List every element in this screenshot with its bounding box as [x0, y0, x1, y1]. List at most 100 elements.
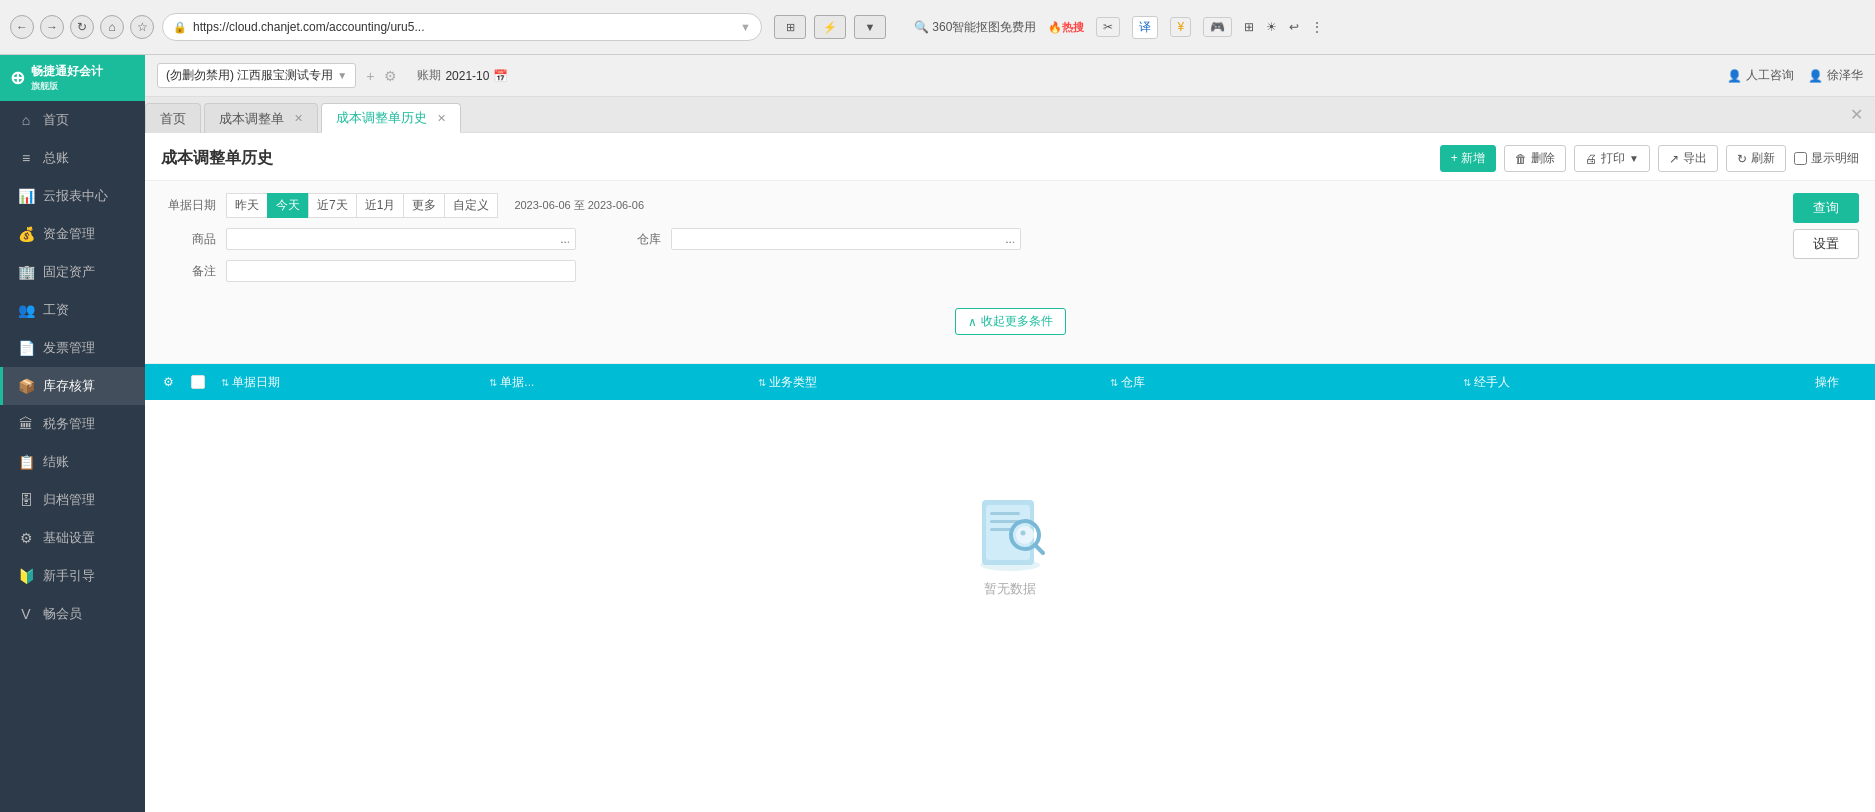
more-btn[interactable]: ⋮	[1311, 20, 1323, 34]
sidebar-item-closing[interactable]: 📋 结账	[0, 443, 145, 481]
filter-settings-btn[interactable]: 设置	[1793, 229, 1859, 259]
refresh-btn[interactable]: ↻	[70, 15, 94, 39]
show-cols-toggle[interactable]: 显示明细	[1794, 150, 1859, 167]
logo-text: 畅捷通好会计	[31, 63, 103, 80]
grid-btn[interactable]: ⊞	[774, 15, 806, 39]
export-btn[interactable]: ↗ 导出	[1658, 145, 1718, 172]
forward-btn[interactable]: →	[40, 15, 64, 39]
hot-search[interactable]: 🔥热搜	[1048, 20, 1084, 35]
money-btn[interactable]: ¥	[1170, 17, 1191, 37]
tab-home[interactable]: 首页	[145, 103, 201, 133]
warehouse-input[interactable]	[671, 228, 1021, 250]
chevron-down-btn[interactable]: ▼	[854, 15, 886, 39]
th-checkbox[interactable]	[183, 375, 213, 389]
filter-area: 单据日期 昨天 今天 近7天 近1月 更多 自定义 2023-06-06 至 2…	[145, 181, 1875, 364]
delete-btn[interactable]: 🗑 删除	[1504, 145, 1566, 172]
sidebar-item-label: 云报表中心	[43, 187, 108, 205]
sidebar-item-label: 总账	[43, 149, 69, 167]
tab-cost-adjust-label: 成本调整单	[219, 110, 284, 128]
empty-text: 暂无数据	[984, 580, 1036, 598]
more-date-btn[interactable]: 更多	[403, 193, 444, 218]
7days-btn[interactable]: 近7天	[308, 193, 356, 218]
date-buttons: 昨天 今天 近7天 近1月 更多 自定义	[226, 193, 498, 218]
refresh-btn[interactable]: ↻ 刷新	[1726, 145, 1786, 172]
calendar-icon[interactable]: 📅	[493, 69, 508, 83]
sidebar-item-label: 发票管理	[43, 339, 95, 357]
period-value: 2021-10	[445, 69, 489, 83]
sidebar-item-payroll[interactable]: 👥 工资	[0, 291, 145, 329]
sort-icon: ⇅	[1110, 377, 1118, 388]
1month-btn[interactable]: 近1月	[356, 193, 404, 218]
collapse-btn[interactable]: ∧ 收起更多条件	[955, 308, 1066, 335]
star-btn[interactable]: ☆	[130, 15, 154, 39]
th-biz-type[interactable]: ⇅ 业务类型	[750, 374, 1102, 391]
table-container: ⚙ ⇅ 单据日期 ⇅ 单据... ⇅ 业务类型	[145, 364, 1875, 678]
browser-chrome: ← → ↻ ⌂ ☆ 🔒 https://cloud.chanjet.com/ac…	[0, 0, 1875, 55]
show-cols-checkbox[interactable]	[1794, 152, 1807, 165]
sidebar-item-label: 畅会员	[43, 605, 82, 623]
translate-btn[interactable]: 译	[1132, 16, 1158, 39]
brightness-btn[interactable]: ☀	[1266, 20, 1277, 34]
sidebar-item-invoice[interactable]: 📄 发票管理	[0, 329, 145, 367]
app-container: ⊕ 畅捷通好会计 旗舰版 ⌂ 首页 ≡ 总账 📊 云报表中心 💰 资金管理 🏢 …	[0, 55, 1875, 812]
add-company-btn[interactable]: +	[366, 68, 374, 84]
sidebar-item-funds[interactable]: 💰 资金管理	[0, 215, 145, 253]
undo-btn[interactable]: ↩	[1289, 20, 1299, 34]
grid-apps-btn[interactable]: ⊞	[1244, 20, 1254, 34]
sidebar-item-home[interactable]: ⌂ 首页	[0, 101, 145, 139]
sidebar-item-vip[interactable]: V 畅会员	[0, 595, 145, 633]
header-checkbox[interactable]	[191, 375, 205, 389]
sidebar-item-inventory[interactable]: 📦 库存核算	[0, 367, 145, 405]
home-btn[interactable]: ⌂	[100, 15, 124, 39]
goods-warehouse-row: 商品 ... 仓库 ...	[161, 228, 1773, 250]
tab-home-label: 首页	[160, 110, 186, 128]
goods-input[interactable]	[226, 228, 576, 250]
tab-cost-adjust[interactable]: 成本调整单 ✕	[204, 103, 318, 133]
yesterday-btn[interactable]: 昨天	[226, 193, 267, 218]
tab-cost-adjust-history[interactable]: 成本调整单历史 ✕	[321, 103, 461, 133]
query-btn[interactable]: 查询	[1793, 193, 1859, 223]
sidebar-item-reports[interactable]: 📊 云报表中心	[0, 177, 145, 215]
sidebar-item-label: 资金管理	[43, 225, 95, 243]
delete-icon: 🗑	[1515, 152, 1527, 166]
th-date[interactable]: ⇅ 单据日期	[213, 374, 481, 391]
company-selector[interactable]: (勿删勿禁用) 江西服宝测试专用 ▼	[157, 63, 356, 88]
remark-input[interactable]	[226, 260, 576, 282]
th-settings[interactable]: ⚙	[153, 375, 183, 389]
company-name: (勿删勿禁用) 江西服宝测试专用	[166, 67, 333, 84]
scissors-btn[interactable]: ✂	[1096, 17, 1120, 37]
tab-cost-adjust-close[interactable]: ✕	[294, 112, 303, 125]
user-info[interactable]: 👤 徐泽华	[1808, 67, 1863, 84]
address-bar[interactable]: 🔒 https://cloud.chanjet.com/accounting/u…	[162, 13, 762, 41]
print-dropdown-icon: ▼	[1629, 153, 1639, 164]
invoice-icon: 📄	[17, 340, 35, 356]
consult-btn[interactable]: 👤 人工咨询	[1727, 67, 1794, 84]
new-btn[interactable]: + 新增	[1440, 145, 1496, 172]
sidebar-item-label: 工资	[43, 301, 69, 319]
print-btn[interactable]: 🖨 打印 ▼	[1574, 145, 1650, 172]
custom-date-btn[interactable]: 自定义	[444, 193, 498, 218]
sidebar-logo[interactable]: ⊕ 畅捷通好会计 旗舰版	[0, 55, 145, 101]
empty-state: 暂无数据	[145, 400, 1875, 678]
collapse-row: ∧ 收起更多条件	[161, 292, 1859, 351]
back-btn[interactable]: ←	[10, 15, 34, 39]
th-num[interactable]: ⇅ 单据...	[481, 374, 749, 391]
settings-gear-icon[interactable]: ⚙	[384, 68, 397, 84]
table-header: ⚙ ⇅ 单据日期 ⇅ 单据... ⇅ 业务类型	[145, 364, 1875, 400]
ledger-icon: ≡	[17, 150, 35, 166]
sidebar-item-guide[interactable]: 🔰 新手引导	[0, 557, 145, 595]
sidebar-item-archive[interactable]: 🗄 归档管理	[0, 481, 145, 519]
search-box[interactable]: 🔍 360智能抠图免费用	[914, 19, 1036, 36]
th-handler[interactable]: ⇅ 经手人	[1455, 374, 1807, 391]
today-btn[interactable]: 今天	[267, 193, 308, 218]
game-btn[interactable]: 🎮	[1203, 17, 1232, 37]
lightning-btn[interactable]: ⚡	[814, 15, 846, 39]
tab-cost-adjust-history-close[interactable]: ✕	[437, 112, 446, 125]
sidebar-item-fixed-assets[interactable]: 🏢 固定资产	[0, 253, 145, 291]
sidebar-item-settings[interactable]: ⚙ 基础设置	[0, 519, 145, 557]
sidebar-item-ledger[interactable]: ≡ 总账	[0, 139, 145, 177]
th-warehouse[interactable]: ⇅ 仓库	[1102, 374, 1454, 391]
logo-sub: 旗舰版	[31, 80, 103, 93]
sidebar-item-tax[interactable]: 🏛 税务管理	[0, 405, 145, 443]
tabs-close-all-btn[interactable]: ✕	[1838, 105, 1875, 124]
